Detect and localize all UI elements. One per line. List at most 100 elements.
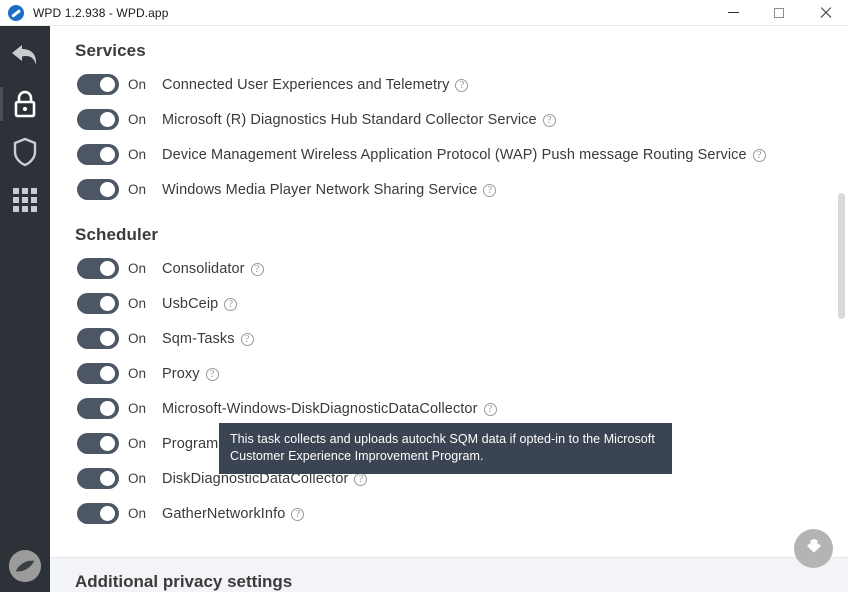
help-icon[interactable]: ?: [484, 403, 497, 416]
arrow-down-icon: [804, 536, 824, 561]
toggle-knob: [100, 471, 115, 486]
undo-arrow-icon: [10, 43, 40, 69]
minimize-button[interactable]: [710, 0, 756, 26]
help-icon[interactable]: ?: [224, 298, 237, 311]
table-row[interactable]: On Proxy ?: [50, 356, 848, 391]
toggle-state-label: On: [128, 112, 162, 127]
toggle-switch[interactable]: [77, 503, 119, 524]
toggle-knob: [100, 401, 115, 416]
table-row[interactable]: On UsbCeip ?: [50, 286, 848, 321]
toggle-state-label: On: [128, 401, 162, 416]
row-label: Proxy: [162, 366, 200, 382]
sidebar-item-apps-grid[interactable]: [0, 176, 50, 224]
help-icon[interactable]: ?: [483, 184, 496, 197]
toggle-knob: [100, 182, 115, 197]
toggle-knob: [100, 112, 115, 127]
section-title-scheduler: Scheduler: [75, 225, 848, 245]
help-icon[interactable]: ?: [241, 333, 254, 346]
tooltip: This task collects and uploads autochk S…: [219, 423, 672, 474]
window-title: WPD 1.2.938 - WPD.app: [33, 6, 168, 20]
maximize-button[interactable]: [756, 0, 802, 26]
row-label: Device Management Wireless Application P…: [162, 147, 747, 163]
toggle-knob: [100, 331, 115, 346]
section-services: Services On Connected User Experiences a…: [50, 26, 848, 207]
table-row[interactable]: On GatherNetworkInfo ?: [50, 496, 848, 531]
table-row[interactable]: On Windows Media Player Network Sharing …: [50, 172, 848, 207]
help-icon[interactable]: ?: [251, 263, 264, 276]
settings-scroll-area: Services On Connected User Experiences a…: [50, 26, 848, 592]
row-label: GatherNetworkInfo: [162, 506, 285, 522]
sidebar: [0, 26, 50, 592]
section-scheduler: Scheduler On Consolidator ? On UsbCeip ?…: [50, 207, 848, 531]
wpd-logo-icon: [8, 5, 24, 21]
toggle-state-label: On: [128, 436, 162, 451]
help-icon[interactable]: ?: [753, 149, 766, 162]
scrollbar[interactable]: [834, 26, 848, 592]
app-window: WPD 1.2.938 - WPD.app: [0, 0, 848, 592]
row-label: Connected User Experiences and Telemetry: [162, 77, 449, 93]
row-label: Microsoft (R) Diagnostics Hub Standard C…: [162, 112, 537, 128]
row-label: Consolidator: [162, 261, 245, 277]
row-label: Microsoft-Windows-DiskDiagnosticDataColl…: [162, 401, 478, 417]
table-row[interactable]: On Consolidator ?: [50, 251, 848, 286]
grid-apps-icon: [12, 187, 38, 213]
toggle-switch[interactable]: [77, 433, 119, 454]
help-icon[interactable]: ?: [354, 473, 367, 486]
help-icon[interactable]: ?: [206, 368, 219, 381]
toggle-switch[interactable]: [77, 74, 119, 95]
table-row[interactable]: On Microsoft-Windows-DiskDiagnosticDataC…: [50, 391, 848, 426]
row-label: Sqm-Tasks: [162, 331, 235, 347]
toggle-knob: [100, 366, 115, 381]
toggle-switch[interactable]: [77, 398, 119, 419]
section-title-services: Services: [75, 41, 848, 61]
toggle-switch[interactable]: [77, 363, 119, 384]
lock-icon: [12, 89, 38, 119]
toggle-state-label: On: [128, 261, 162, 276]
toggle-state-label: On: [128, 506, 162, 521]
toggle-knob: [100, 77, 115, 92]
toggle-switch[interactable]: [77, 179, 119, 200]
maximize-icon: [774, 8, 784, 18]
toggle-state-label: On: [128, 182, 162, 197]
section-title-additional: Additional privacy settings: [75, 572, 292, 592]
toggle-knob: [100, 506, 115, 521]
toggle-state-label: On: [128, 296, 162, 311]
sidebar-item-privacy-lock[interactable]: [0, 80, 50, 128]
help-icon[interactable]: ?: [291, 508, 304, 521]
scroll-down-button[interactable]: [794, 529, 833, 568]
help-icon[interactable]: ?: [543, 114, 556, 127]
toggle-knob: [100, 147, 115, 162]
toggle-switch[interactable]: [77, 293, 119, 314]
table-row[interactable]: On Microsoft (R) Diagnostics Hub Standar…: [50, 102, 848, 137]
wpd-circle-logo-icon[interactable]: [9, 550, 41, 582]
toggle-switch[interactable]: [77, 258, 119, 279]
shield-icon: [12, 137, 38, 167]
toggle-state-label: On: [128, 331, 162, 346]
toggle-state-label: On: [128, 77, 162, 92]
toggle-switch[interactable]: [77, 468, 119, 489]
sidebar-item-security-shield[interactable]: [0, 128, 50, 176]
toggle-state-label: On: [128, 366, 162, 381]
toggle-state-label: On: [128, 147, 162, 162]
toggle-switch[interactable]: [77, 328, 119, 349]
close-icon: [819, 7, 831, 19]
toggle-knob: [100, 436, 115, 451]
row-label: Windows Media Player Network Sharing Ser…: [162, 182, 477, 198]
scrollbar-thumb[interactable]: [838, 193, 845, 319]
row-label: UsbCeip: [162, 296, 218, 312]
toggle-knob: [100, 261, 115, 276]
help-icon[interactable]: ?: [455, 79, 468, 92]
toggle-switch[interactable]: [77, 109, 119, 130]
toggle-state-label: On: [128, 471, 162, 486]
table-row[interactable]: On Sqm-Tasks ?: [50, 321, 848, 356]
main-content: Services On Connected User Experiences a…: [50, 26, 848, 592]
title-bar: WPD 1.2.938 - WPD.app: [0, 0, 848, 26]
toggle-switch[interactable]: [77, 144, 119, 165]
close-button[interactable]: [802, 0, 848, 26]
next-section-band: Additional privacy settings: [50, 557, 848, 592]
toggle-knob: [100, 296, 115, 311]
sidebar-item-undo[interactable]: [0, 32, 50, 80]
table-row[interactable]: On Device Management Wireless Applicatio…: [50, 137, 848, 172]
table-row[interactable]: On Connected User Experiences and Teleme…: [50, 67, 848, 102]
minimize-icon: [728, 12, 739, 13]
